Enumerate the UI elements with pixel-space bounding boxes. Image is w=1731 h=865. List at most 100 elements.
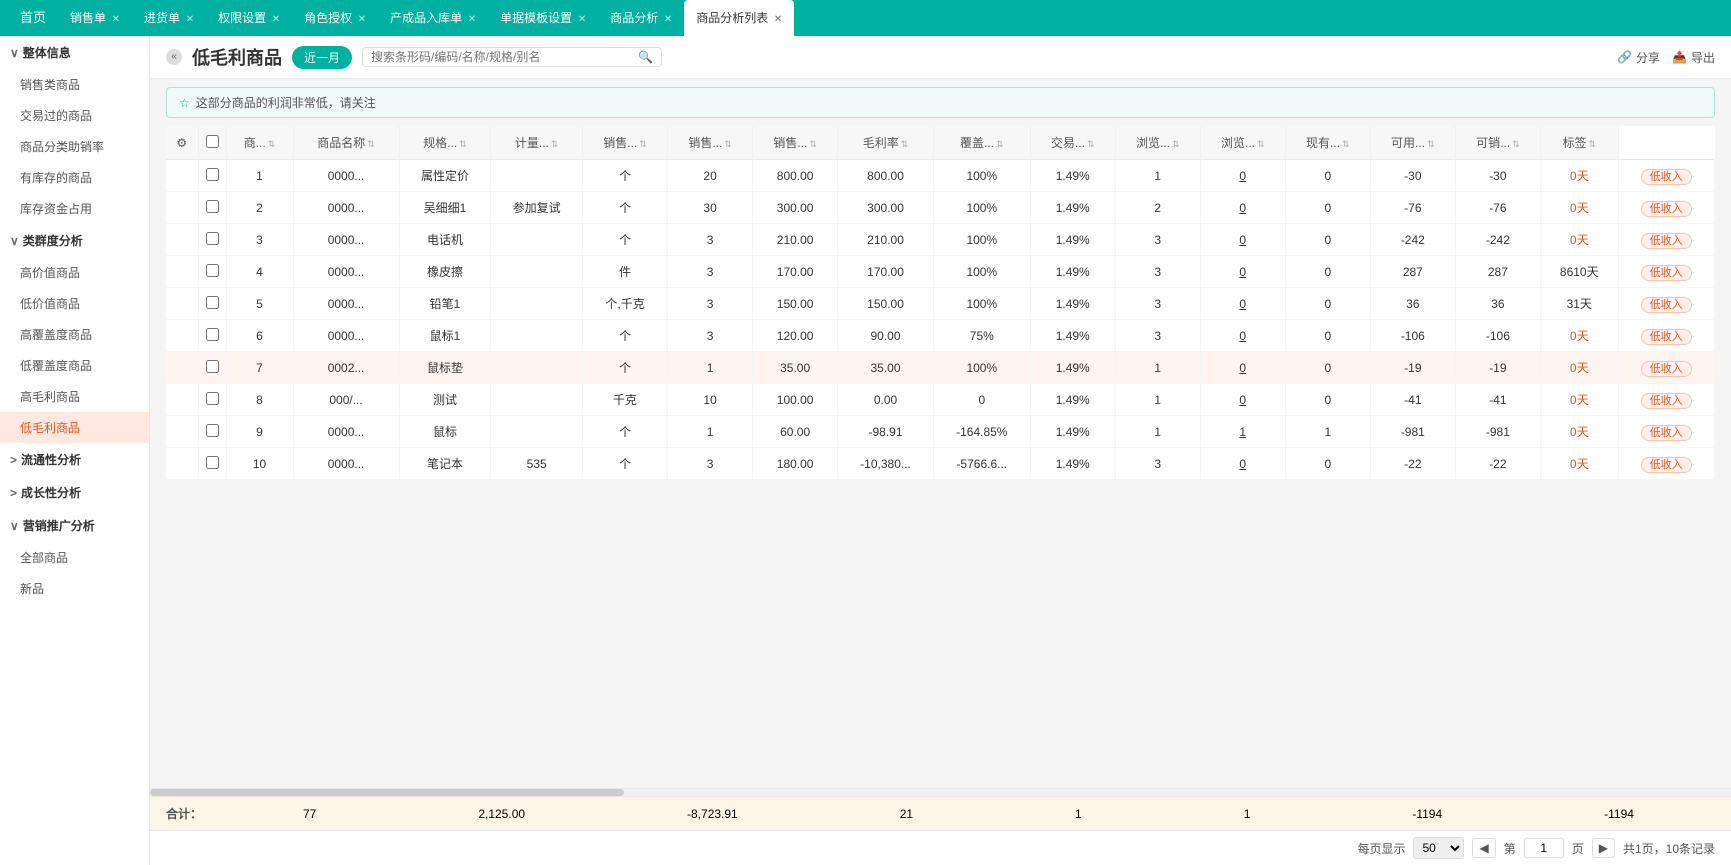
sidebar-item-low-coverage[interactable]: 低覆盖度商品 [0, 350, 149, 381]
export-button[interactable]: 📤 导出 [1672, 49, 1715, 66]
nav-analysis[interactable]: 商品分析 ✕ [598, 0, 684, 36]
nav-close-analysis-list[interactable]: ✕ [774, 14, 782, 25]
search-icon[interactable]: 🔍 [638, 50, 653, 64]
row-view1-3[interactable]: 0 [1200, 256, 1285, 288]
row-gross-margin-1: 100% [933, 192, 1030, 224]
col-gross-margin[interactable]: 毛利率⇅ [838, 126, 934, 160]
sidebar-item-low-profit[interactable]: 低毛利商品 [0, 412, 149, 443]
row-select-7[interactable] [206, 392, 219, 405]
row-sale-profit-8: -98.91 [838, 416, 934, 448]
col-tag[interactable]: 标签⇅ [1540, 126, 1618, 160]
prev-page-button[interactable]: ◀ [1472, 838, 1495, 858]
nav-template[interactable]: 单据模板设置 ✕ [488, 0, 598, 36]
col-sale-profit[interactable]: 销售...⇅ [753, 126, 838, 160]
row-unit-6: 个 [583, 352, 668, 384]
collapse-sidebar-btn[interactable]: « [166, 49, 182, 65]
col-spec[interactable]: 规格...⇅ [399, 126, 491, 160]
row-code-0: 0000... [293, 160, 399, 192]
row-view1-9[interactable]: 0 [1200, 448, 1285, 480]
col-name[interactable]: 商品名称⇅ [293, 126, 399, 160]
row-view1-1[interactable]: 0 [1200, 192, 1285, 224]
col-trade[interactable]: 交易...⇅ [1030, 126, 1115, 160]
search-input[interactable] [371, 50, 638, 64]
row-salable-1: 0天 [1540, 192, 1618, 224]
nav-close-template[interactable]: ✕ [578, 14, 586, 25]
nav-close-analysis[interactable]: ✕ [664, 14, 672, 25]
col-view1[interactable]: 浏览...⇅ [1115, 126, 1200, 160]
sidebar-item-category-assist[interactable]: 商品分类助销率 [0, 131, 149, 162]
col-available[interactable]: 可用...⇅ [1370, 126, 1455, 160]
col-sale-price[interactable]: 销售...⇅ [668, 126, 753, 160]
col-settings[interactable]: ⚙ [166, 126, 198, 160]
row-checkbox-2 [198, 224, 226, 256]
per-page-select[interactable]: 50 100 200 [1413, 837, 1464, 859]
sidebar-item-high-coverage[interactable]: 高覆盖度商品 [0, 319, 149, 350]
sidebar-item-sales-products[interactable]: 销售类商品 [0, 69, 149, 100]
col-unit[interactable]: 计量...⇅ [491, 126, 583, 160]
row-view1-0[interactable]: 0 [1200, 160, 1285, 192]
nav-purchase[interactable]: 进货单 ✕ [132, 0, 206, 36]
total-values: 77 2,125.00 -8,723.91 21 1 1 -1194 -1194 [222, 807, 1715, 821]
row-coverage-3: 1.49% [1030, 256, 1115, 288]
horizontal-scrollbar[interactable] [150, 788, 1731, 796]
total-label: 合计： [166, 805, 202, 822]
sidebar-item-high-profit[interactable]: 高毛利商品 [0, 381, 149, 412]
nav-close-product-in[interactable]: ✕ [468, 14, 476, 25]
row-select-4[interactable] [206, 296, 219, 309]
sidebar-item-all-products[interactable]: 全部商品 [0, 542, 149, 573]
row-view1-6[interactable]: 0 [1200, 352, 1285, 384]
row-select-8[interactable] [206, 424, 219, 437]
nav-role[interactable]: 角色授权 ✕ [292, 0, 378, 36]
col-code[interactable]: 商...⇅ [226, 126, 293, 160]
row-view1-5[interactable]: 0 [1200, 320, 1285, 352]
row-select-9[interactable] [206, 456, 219, 469]
nav-close-permission[interactable]: ✕ [272, 14, 280, 25]
scrollbar-thumb[interactable] [150, 789, 624, 796]
sidebar-item-stocked[interactable]: 有库存的商品 [0, 162, 149, 193]
row-sale-price-3: 170.00 [753, 256, 838, 288]
page-number-input[interactable] [1524, 838, 1564, 858]
nav-sales[interactable]: 销售单 ✕ [58, 0, 132, 36]
nav-close-role[interactable]: ✕ [358, 14, 366, 25]
row-view1-8[interactable]: 1 [1200, 416, 1285, 448]
sidebar-item-traded-products[interactable]: 交易过的商品 [0, 100, 149, 131]
sidebar-item-low-value[interactable]: 低价值商品 [0, 288, 149, 319]
share-button[interactable]: 🔗 分享 [1617, 49, 1660, 66]
col-current[interactable]: 现有...⇅ [1285, 126, 1370, 160]
row-select-6[interactable] [206, 360, 219, 373]
arrow-icon-growth: > [10, 486, 17, 500]
nav-close-purchase[interactable]: ✕ [186, 14, 194, 25]
next-page-button[interactable]: ▶ [1592, 838, 1615, 858]
table-footer: 合计： 77 2,125.00 -8,723.91 21 1 1 -1194 -… [150, 796, 1731, 830]
col-sale-qty[interactable]: 销售...⇅ [583, 126, 668, 160]
row-select-0[interactable] [206, 168, 219, 181]
row-view1-7[interactable]: 0 [1200, 384, 1285, 416]
select-all-checkbox[interactable] [206, 135, 219, 148]
nav-product-in[interactable]: 产成品入库单 ✕ [378, 0, 488, 36]
sidebar-item-inventory-funds[interactable]: 库存资金占用 [0, 193, 149, 224]
row-view1-2[interactable]: 0 [1200, 224, 1285, 256]
row-select-5[interactable] [206, 328, 219, 341]
time-filter-button[interactable]: 近一月 [292, 46, 352, 69]
nav-home[interactable]: 首页 [8, 0, 58, 36]
col-view2[interactable]: 浏览...⇅ [1200, 126, 1285, 160]
col-salable[interactable]: 可销...⇅ [1455, 126, 1540, 160]
sidebar-item-high-value[interactable]: 高价值商品 [0, 257, 149, 288]
nav-analysis-list[interactable]: 商品分析列表 ✕ [684, 0, 794, 36]
row-view1-4[interactable]: 0 [1200, 288, 1285, 320]
sidebar-group-overall[interactable]: ∨ 整体信息 [0, 36, 149, 69]
row-name-1: 吴细细1 [399, 192, 491, 224]
row-select-2[interactable] [206, 232, 219, 245]
row-select-1[interactable] [206, 200, 219, 213]
nav-close-sales[interactable]: ✕ [112, 14, 120, 25]
row-name-2: 电话机 [399, 224, 491, 256]
sidebar-group-marketing[interactable]: ∨ 营销推广分析 [0, 509, 149, 542]
sidebar-group-circulation[interactable]: > 流通性分析 [0, 443, 149, 476]
nav-permission[interactable]: 权限设置 ✕ [206, 0, 292, 36]
sidebar-group-class[interactable]: ∨ 类群度分析 [0, 224, 149, 257]
table-row: 8 000/... 测试 千克 10 100.00 0.00 0 1.49% 1… [166, 384, 1715, 416]
sidebar-group-growth[interactable]: > 成长性分析 [0, 476, 149, 509]
col-coverage[interactable]: 覆盖...⇅ [933, 126, 1030, 160]
sidebar-item-new-products[interactable]: 新品 [0, 573, 149, 604]
row-select-3[interactable] [206, 264, 219, 277]
